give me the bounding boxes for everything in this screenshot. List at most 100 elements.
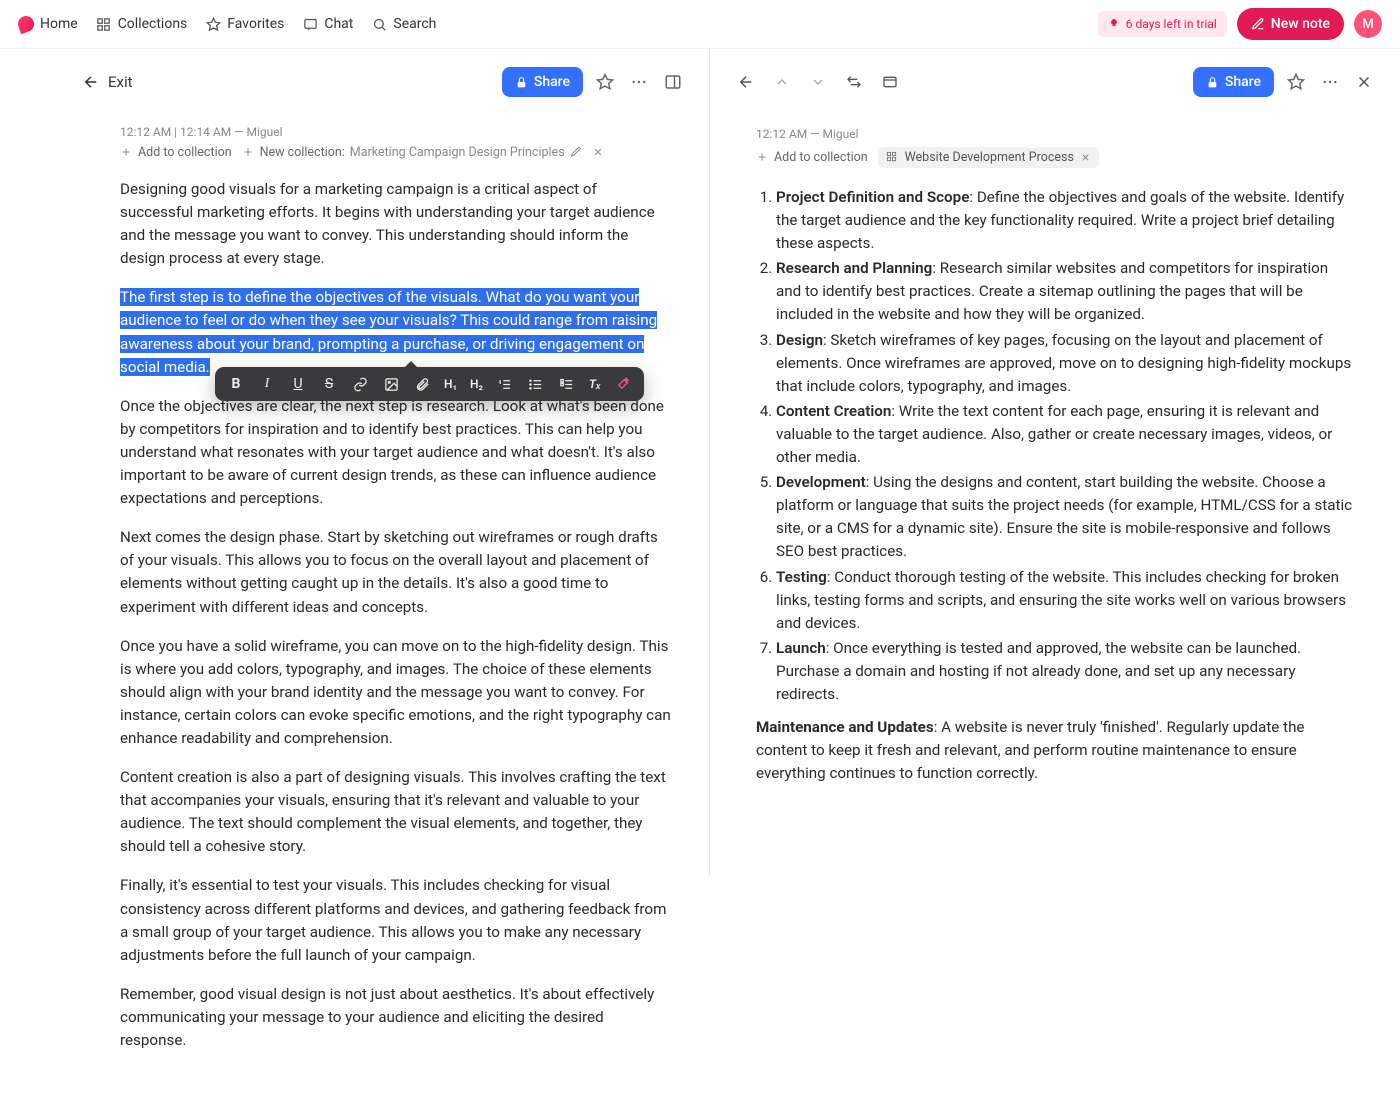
nav-collections-label: Collections: [118, 16, 188, 32]
fmt-h2[interactable]: H₂: [468, 373, 485, 395]
close-pane-right[interactable]: [1352, 70, 1376, 94]
share-button-right[interactable]: Share: [1193, 67, 1274, 97]
left-note-container: 12:12 AM | 12:14 AM — Miguel Add to coll…: [0, 125, 709, 1098]
favorite-star-left[interactable]: [593, 70, 617, 94]
new-collection-left[interactable]: New collection: Marketing Campaign Desig…: [242, 145, 605, 160]
fmt-attachment[interactable]: [411, 373, 433, 395]
chip-remove-icon[interactable]: [1080, 152, 1091, 163]
fmt-italic[interactable]: I: [256, 373, 278, 395]
step-title: Design: [776, 331, 823, 349]
more-menu-left[interactable]: [627, 70, 651, 94]
para-4: Next comes the design phase. Start by sk…: [120, 526, 673, 618]
step-title: Research and Planning: [776, 259, 932, 277]
step-item: Design: Sketch wireframes of key pages, …: [776, 329, 1354, 398]
share-button-left[interactable]: Share: [502, 67, 583, 97]
arrow-left-icon: [82, 73, 100, 91]
step-body: : Conduct thorough testing of the websit…: [776, 568, 1346, 632]
step-body: : Sketch wireframes of key pages, focusi…: [776, 331, 1351, 395]
left-pane-toolbar: Exit Share: [0, 49, 709, 107]
pencil-icon[interactable]: [570, 146, 583, 159]
new-collection-name: Marketing Campaign Design Principles: [350, 145, 565, 160]
nav-search[interactable]: Search: [371, 16, 436, 32]
selection-highlight: The first step is to define the objectiv…: [120, 288, 657, 375]
fmt-strike[interactable]: S: [318, 373, 340, 395]
step-item: Testing: Conduct thorough testing of the…: [776, 566, 1354, 635]
right-note-body[interactable]: Project Definition and Scope: Define the…: [756, 186, 1354, 785]
edit-icon: [1251, 17, 1265, 31]
nav-collections[interactable]: Collections: [96, 16, 188, 32]
add-to-collection-left[interactable]: Add to collection: [120, 145, 232, 160]
para-1: Designing good visuals for a marketing c…: [120, 178, 673, 270]
add-to-collection-label-left: Add to collection: [138, 145, 232, 160]
favorite-star-right[interactable]: [1284, 70, 1308, 94]
step-title: Project Definition and Scope: [776, 188, 969, 206]
left-note-body[interactable]: Designing good visuals for a marketing c…: [120, 178, 673, 1052]
fmt-checklist[interactable]: [556, 373, 578, 395]
add-to-collection-right[interactable]: Add to collection: [756, 150, 868, 165]
left-collection-row: Add to collection New collection: Market…: [120, 145, 673, 160]
trial-text: 6 days left in trial: [1126, 17, 1217, 31]
para-2-highlighted: The first step is to define the objectiv…: [120, 286, 673, 378]
nav-search-label: Search: [393, 16, 436, 32]
lock-icon: [515, 76, 528, 89]
left-meta: 12:12 AM | 12:14 AM — Miguel: [120, 125, 673, 139]
avatar-initial: M: [1362, 17, 1373, 32]
right-meta: 12:12 AM — Miguel: [756, 127, 1354, 141]
chat-icon: [302, 16, 318, 32]
fmt-ai-magic[interactable]: [612, 373, 634, 395]
grid-icon: [96, 16, 112, 32]
next-down-button[interactable]: [806, 70, 830, 94]
prev-up-button[interactable]: [770, 70, 794, 94]
plus-icon: [242, 146, 255, 159]
fmt-h1[interactable]: H₁: [442, 373, 459, 395]
star-icon: [205, 16, 221, 32]
new-note-button[interactable]: New note: [1237, 8, 1344, 40]
new-collection-label: New collection:: [260, 145, 345, 160]
fmt-underline[interactable]: U: [287, 373, 309, 395]
exit-button[interactable]: Exit: [82, 73, 133, 91]
rocket-icon: [1108, 18, 1120, 30]
swap-button[interactable]: [842, 70, 866, 94]
pane-right: Share 12:12 AM — Miguel Add to collectio…: [710, 49, 1400, 875]
maintenance-para: Maintenance and Updates: A website is ne…: [756, 716, 1354, 785]
share-label-right: Share: [1225, 74, 1261, 90]
trial-pill[interactable]: 6 days left in trial: [1098, 11, 1227, 37]
panel-toggle-left[interactable]: [661, 70, 685, 94]
step-title: Content Creation: [776, 402, 891, 420]
fmt-ordered-list[interactable]: [494, 373, 516, 395]
nav-home-label: Home: [40, 16, 78, 32]
step-body: : Once everything is tested and approved…: [776, 639, 1301, 703]
top-bar-right: 6 days left in trial New note M: [1098, 8, 1382, 40]
window-button[interactable]: [878, 70, 902, 94]
close-icon[interactable]: [592, 146, 605, 159]
fmt-clear[interactable]: Tₓ: [587, 373, 603, 395]
step-item: Research and Planning: Research similar …: [776, 257, 1354, 326]
more-menu-right[interactable]: [1318, 70, 1342, 94]
fmt-bullet-list[interactable]: [525, 373, 547, 395]
nav-favorites[interactable]: Favorites: [205, 16, 284, 32]
back-button-right[interactable]: [734, 70, 758, 94]
pane-left: Exit Share: [0, 49, 710, 875]
search-icon: [371, 16, 387, 32]
step-title: Development: [776, 473, 866, 491]
formatting-toolbar: B I U S H₁ H₂ Tₓ: [215, 367, 644, 401]
avatar[interactable]: M: [1354, 10, 1382, 38]
fmt-image[interactable]: [380, 373, 402, 395]
maintenance-title: Maintenance and Updates: [756, 718, 934, 736]
nav-chat[interactable]: Chat: [302, 16, 353, 32]
collection-chip[interactable]: Website Development Process: [878, 147, 1099, 168]
fmt-link[interactable]: [349, 373, 371, 395]
step-item: Content Creation: Write the text content…: [776, 400, 1354, 469]
plus-icon: [120, 146, 133, 159]
fmt-bold[interactable]: B: [225, 373, 247, 395]
nav-home[interactable]: Home: [18, 16, 78, 32]
top-bar: Home Collections Favorites Chat Search: [0, 0, 1400, 49]
para-6: Content creation is also a part of desig…: [120, 766, 673, 858]
right-pane-toolbar: Share: [710, 49, 1400, 107]
lock-icon: [1206, 76, 1219, 89]
logo-icon: [18, 16, 34, 32]
para-8: Remember, good visual design is not just…: [120, 983, 673, 1052]
grid-icon: [886, 151, 899, 164]
share-label-left: Share: [534, 74, 570, 90]
para-7: Finally, it's essential to test your vis…: [120, 874, 673, 966]
